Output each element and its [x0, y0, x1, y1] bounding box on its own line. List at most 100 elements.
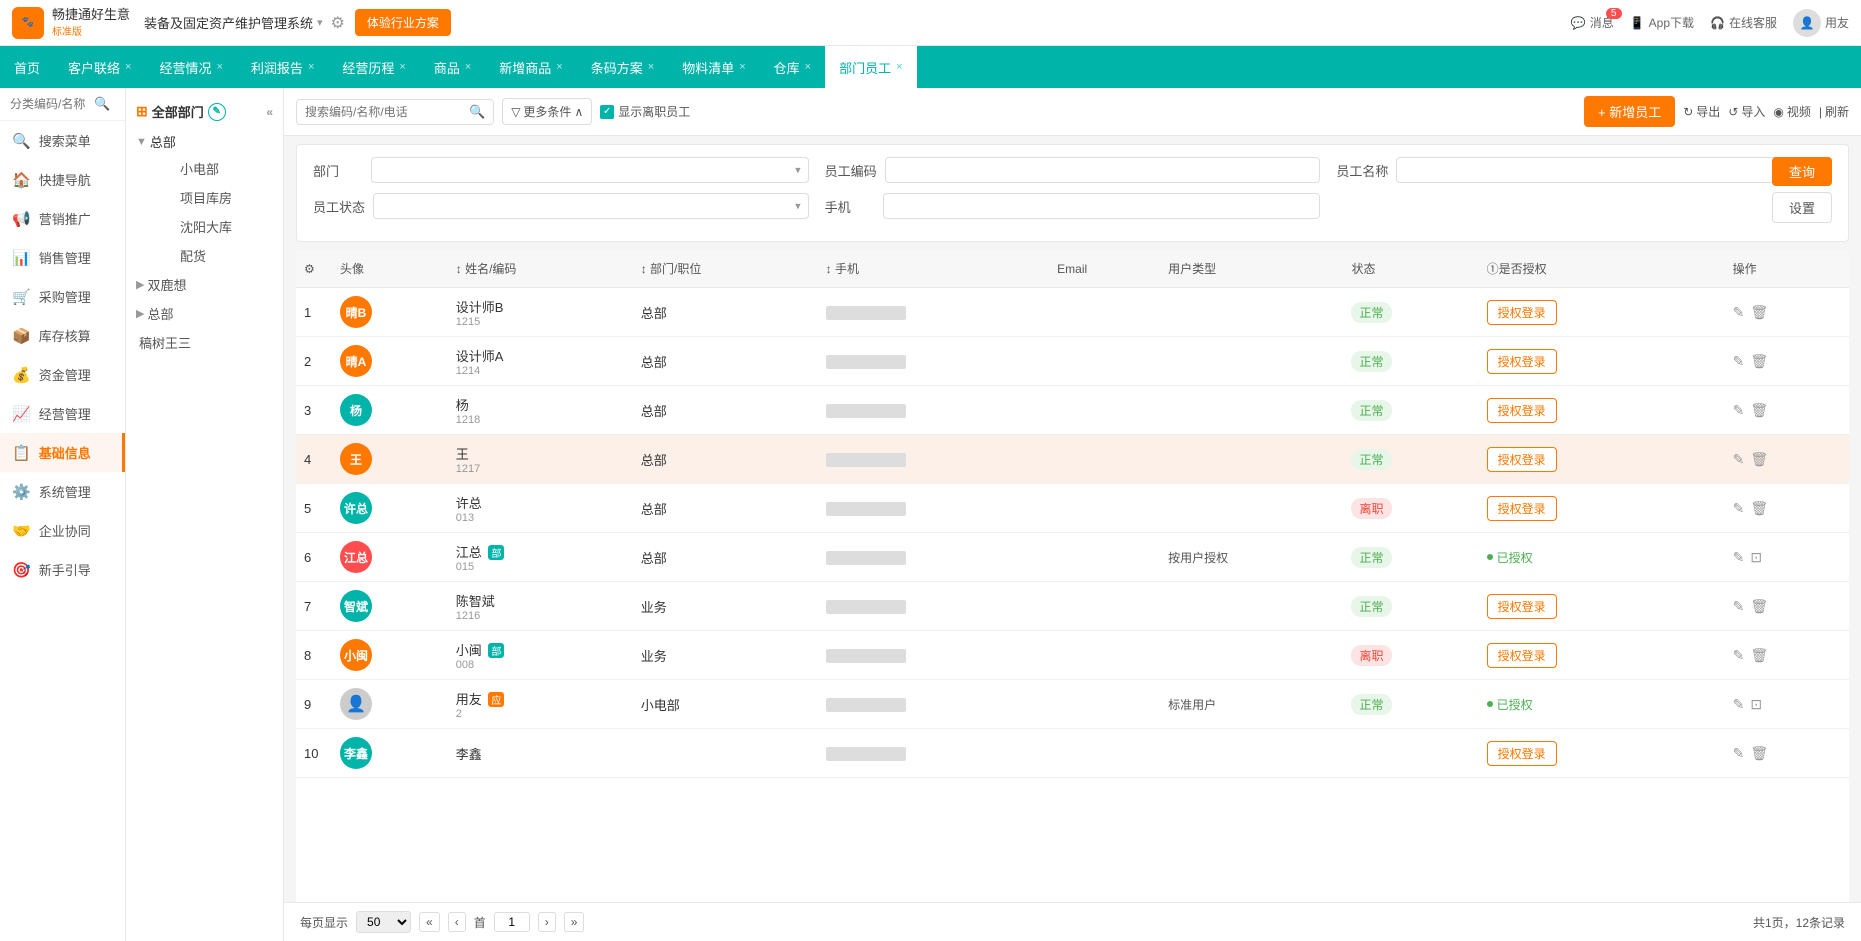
- auth-button[interactable]: 授权登录: [1487, 398, 1557, 423]
- edit-icon[interactable]: ✎: [1733, 304, 1745, 321]
- show-resigned-toggle[interactable]: ✓ 显示离职员工: [600, 103, 690, 120]
- per-page-select[interactable]: 50 100: [356, 911, 411, 933]
- close-icon[interactable]: ×: [125, 61, 131, 73]
- nav-item-warehouse[interactable]: 仓库 ×: [760, 46, 825, 88]
- first-page-button[interactable]: «: [419, 912, 440, 932]
- dept-node-shuanglu[interactable]: ▶ 双鹿想: [136, 270, 283, 299]
- close-icon[interactable]: ×: [648, 61, 654, 73]
- sidebar-search-area[interactable]: 🔍: [0, 88, 125, 121]
- message-item[interactable]: 💬 消息 5: [1571, 14, 1614, 31]
- sidebar-search-input[interactable]: [10, 97, 90, 111]
- search-box[interactable]: 🔍: [296, 99, 494, 125]
- auth-button[interactable]: 授权登录: [1487, 496, 1557, 521]
- close-icon[interactable]: ×: [399, 61, 405, 73]
- copy-icon[interactable]: ⊡: [1750, 696, 1762, 713]
- auth-button[interactable]: 授权登录: [1487, 741, 1557, 766]
- edit-icon[interactable]: ✎: [1733, 696, 1745, 713]
- nav-item-operation[interactable]: 经营情况 ×: [145, 46, 236, 88]
- sidebar-item-marketing[interactable]: 📢营销推广: [0, 199, 125, 238]
- last-page-button[interactable]: »: [564, 912, 585, 932]
- edit-dept-button[interactable]: ✎: [208, 103, 226, 121]
- add-employee-button[interactable]: + 新增员工: [1584, 96, 1675, 127]
- auth-button[interactable]: 授权登录: [1487, 447, 1557, 472]
- edit-icon[interactable]: ✎: [1733, 549, 1745, 566]
- nav-item-history[interactable]: 经营历程 ×: [328, 46, 419, 88]
- delete-icon[interactable]: 🗑: [1750, 304, 1768, 321]
- dept-node-root[interactable]: ▼ 总部: [136, 127, 283, 154]
- sidebar-search-icon[interactable]: 🔍: [94, 96, 110, 112]
- prev-page-button[interactable]: ‹: [448, 912, 466, 932]
- nav-item-home[interactable]: 首页: [0, 46, 54, 88]
- edit-icon[interactable]: ✎: [1733, 402, 1745, 419]
- close-icon[interactable]: ×: [556, 61, 562, 73]
- nav-item-customer[interactable]: 客户联络 ×: [54, 46, 145, 88]
- trial-button[interactable]: 体验行业方案: [355, 9, 451, 36]
- th-settings[interactable]: ⚙: [296, 250, 332, 288]
- close-icon[interactable]: ×: [308, 61, 314, 73]
- close-icon[interactable]: ×: [805, 61, 811, 73]
- auth-button[interactable]: 授权登录: [1487, 643, 1557, 668]
- nav-item-goods[interactable]: 商品 ×: [420, 46, 485, 88]
- nav-item-profit[interactable]: 利润报告 ×: [237, 46, 328, 88]
- edit-icon[interactable]: ✎: [1733, 451, 1745, 468]
- sidebar-item-system[interactable]: ⚙️系统管理: [0, 472, 125, 511]
- th-phone[interactable]: ↕ 手机: [818, 250, 1050, 288]
- sidebar-item-basic-info[interactable]: 📋基础信息: [0, 433, 125, 472]
- sidebar-item-collab[interactable]: 🤝企业协同: [0, 511, 125, 550]
- dept-child-shenyang[interactable]: 沈阳大库: [152, 212, 283, 241]
- delete-icon[interactable]: 🗑: [1750, 500, 1768, 517]
- edit-icon[interactable]: ✎: [1733, 598, 1745, 615]
- sidebar-item-finance[interactable]: 💰资金管理: [0, 355, 125, 394]
- nav-item-new-goods[interactable]: 新增商品 ×: [485, 46, 576, 88]
- view-button[interactable]: ◉ 视频: [1773, 103, 1811, 120]
- auth-button[interactable]: 授权登录: [1487, 594, 1557, 619]
- edit-icon[interactable]: ✎: [1733, 745, 1745, 762]
- emp-code-input[interactable]: [885, 157, 1321, 183]
- search-input[interactable]: [305, 105, 465, 119]
- page-input[interactable]: [494, 912, 530, 932]
- close-icon[interactable]: ×: [896, 61, 902, 73]
- online-service-item[interactable]: 🎧 在线客服: [1710, 14, 1777, 31]
- dept-collapse-icon[interactable]: «: [266, 105, 273, 119]
- delete-icon[interactable]: 🗑: [1750, 745, 1768, 762]
- nav-item-dept-emp[interactable]: 部门员工 ×: [825, 46, 916, 88]
- edit-icon[interactable]: ✎: [1733, 647, 1745, 664]
- delete-icon[interactable]: 🗑: [1750, 402, 1768, 419]
- th-name-code[interactable]: ↕ 姓名/编码: [448, 250, 633, 288]
- delete-icon[interactable]: 🗑: [1750, 598, 1768, 615]
- nav-item-bom[interactable]: 物料清单 ×: [668, 46, 759, 88]
- dept-select[interactable]: [371, 157, 809, 183]
- export-button[interactable]: ↻ 导出: [1683, 103, 1720, 120]
- dept-node-zongbu[interactable]: ▶ 总部: [136, 299, 283, 328]
- dept-child-project[interactable]: 项目库房: [152, 183, 283, 212]
- dept-child-xiaodian[interactable]: 小电部: [152, 154, 283, 183]
- app-download-item[interactable]: 📱 App下载: [1630, 14, 1694, 31]
- sidebar-item-inventory[interactable]: 📦库存核算: [0, 316, 125, 355]
- sidebar-item-sales[interactable]: 📊销售管理: [0, 238, 125, 277]
- edit-icon[interactable]: ✎: [1733, 500, 1745, 517]
- search-icon[interactable]: 🔍: [469, 104, 485, 120]
- delete-icon[interactable]: 🗑: [1750, 451, 1768, 468]
- delete-icon[interactable]: 🗑: [1750, 353, 1768, 370]
- query-button[interactable]: 查询: [1772, 157, 1832, 186]
- next-page-button[interactable]: ›: [538, 912, 556, 932]
- auth-button[interactable]: 授权登录: [1487, 349, 1557, 374]
- delete-icon[interactable]: 🗑: [1750, 647, 1768, 664]
- dept-node-gaoshu[interactable]: 稿树王三: [136, 328, 283, 357]
- edit-icon[interactable]: ✎: [1733, 353, 1745, 370]
- th-dept-pos[interactable]: ↕ 部门/职位: [633, 250, 818, 288]
- status-select[interactable]: [373, 193, 809, 219]
- import-button[interactable]: ↺ 导入: [1728, 103, 1765, 120]
- reset-button[interactable]: 设置: [1772, 192, 1832, 223]
- sidebar-item-operation-mgmt[interactable]: 📈经营管理: [0, 394, 125, 433]
- more-filter-button[interactable]: ▽ 更多条件 ∧: [502, 98, 592, 125]
- sidebar-item-search[interactable]: 🔍搜索菜单: [0, 121, 125, 160]
- close-icon[interactable]: ×: [739, 61, 745, 73]
- phone-input[interactable]: [883, 193, 1321, 219]
- close-icon[interactable]: ×: [465, 61, 471, 73]
- sidebar-item-purchase[interactable]: 🛒采购管理: [0, 277, 125, 316]
- user-item[interactable]: 👤 用友: [1793, 9, 1849, 37]
- nav-item-barcode[interactable]: 条码方案 ×: [577, 46, 668, 88]
- dept-child-peihuo[interactable]: 配货: [152, 241, 283, 270]
- close-icon[interactable]: ×: [216, 61, 222, 73]
